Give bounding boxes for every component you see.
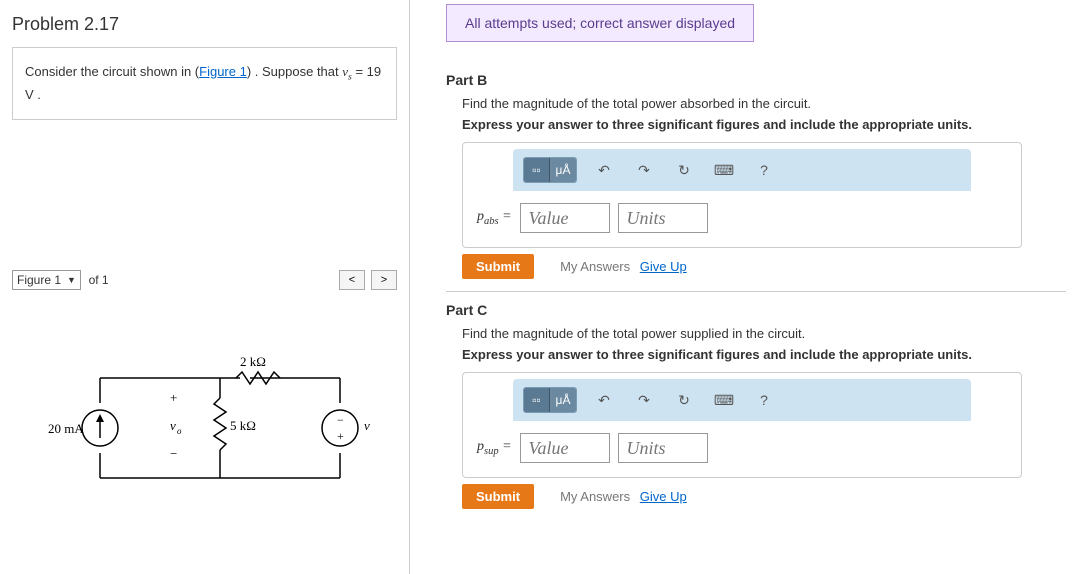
part-c-var: psup = (477, 439, 512, 457)
part-c-instruction: Find the magnitude of the total power su… (462, 326, 1066, 341)
figure-of-label: of 1 (89, 273, 109, 287)
problem-prompt: Consider the circuit shown in (Figure 1)… (12, 47, 397, 120)
redo-icon[interactable]: ↷ (631, 158, 657, 182)
fraction-icon: ▫▫ (524, 388, 550, 412)
figure-prev-button[interactable]: < (339, 270, 365, 290)
r2-label: 2 kΩ (240, 354, 266, 369)
reset-icon[interactable]: ↻ (671, 388, 697, 412)
part-b-units-input[interactable] (618, 203, 708, 233)
part-b-toolbar: ▫▫ μÅ ↶ ↷ ↻ ⌨ ? (513, 149, 971, 191)
figure-link[interactable]: Figure 1 (199, 64, 247, 79)
part-c-value-input[interactable] (520, 433, 610, 463)
part-b-instruction: Find the magnitude of the total power ab… (462, 96, 1066, 111)
svg-text:v: v (170, 418, 176, 433)
r1-label: 5 kΩ (230, 418, 256, 433)
part-c-giveup-link[interactable]: Give Up (640, 489, 687, 504)
current-source-label: 20 mA (48, 421, 84, 436)
part-b-var: pabs = (477, 209, 512, 227)
help-icon[interactable]: ? (751, 158, 777, 182)
part-c-submit-button[interactable]: Submit (462, 484, 534, 509)
status-banner: All attempts used; correct answer displa… (446, 4, 754, 42)
units-icon: μÅ (550, 388, 576, 412)
svg-text:+: + (337, 429, 344, 443)
help-icon[interactable]: ? (751, 388, 777, 412)
template-picker[interactable]: ▫▫ μÅ (523, 387, 577, 413)
undo-icon[interactable]: ↶ (591, 158, 617, 182)
part-c-answer-box: ▫▫ μÅ ↶ ↷ ↻ ⌨ ? psup = (462, 372, 1022, 478)
svg-text:−: − (170, 446, 177, 461)
keyboard-icon[interactable]: ⌨ (711, 388, 737, 412)
figure-select[interactable]: Figure 1 ▼ (12, 270, 81, 290)
prompt-suffix: ) . Suppose that (247, 64, 342, 79)
divider (446, 291, 1066, 292)
svg-text:−: − (337, 413, 344, 427)
figure-canvas: 20 mA 5 kΩ + v o − 2 kΩ − + v s (12, 298, 397, 564)
part-b-value-input[interactable] (520, 203, 610, 233)
part-b-format: Express your answer to three significant… (462, 117, 1066, 132)
keyboard-icon[interactable]: ⌨ (711, 158, 737, 182)
undo-icon[interactable]: ↶ (591, 388, 617, 412)
part-c-my-answers[interactable]: My Answers (560, 489, 630, 504)
prompt-text: Consider the circuit shown in ( (25, 64, 199, 79)
part-c-units-input[interactable] (618, 433, 708, 463)
units-icon: μÅ (550, 158, 576, 182)
figure-next-button[interactable]: > (371, 270, 397, 290)
part-c-toolbar: ▫▫ μÅ ↶ ↷ ↻ ⌨ ? (513, 379, 971, 421)
part-b-answer-box: ▫▫ μÅ ↶ ↷ ↻ ⌨ ? pabs = (462, 142, 1022, 248)
part-b-giveup-link[interactable]: Give Up (640, 259, 687, 274)
svg-text:+: + (170, 390, 177, 405)
part-b-label: Part B (446, 72, 1066, 88)
figure-select-label: Figure 1 (17, 273, 61, 287)
chevron-down-icon: ▼ (67, 275, 76, 285)
svg-text:o: o (177, 426, 182, 436)
part-c-label: Part C (446, 302, 1066, 318)
part-b-my-answers[interactable]: My Answers (560, 259, 630, 274)
reset-icon[interactable]: ↻ (671, 158, 697, 182)
svg-text:v: v (364, 418, 370, 433)
problem-title: Problem 2.17 (12, 14, 397, 35)
template-picker[interactable]: ▫▫ μÅ (523, 157, 577, 183)
part-c-format: Express your answer to three significant… (462, 347, 1066, 362)
part-b-submit-button[interactable]: Submit (462, 254, 534, 279)
fraction-icon: ▫▫ (524, 158, 550, 182)
redo-icon[interactable]: ↷ (631, 388, 657, 412)
